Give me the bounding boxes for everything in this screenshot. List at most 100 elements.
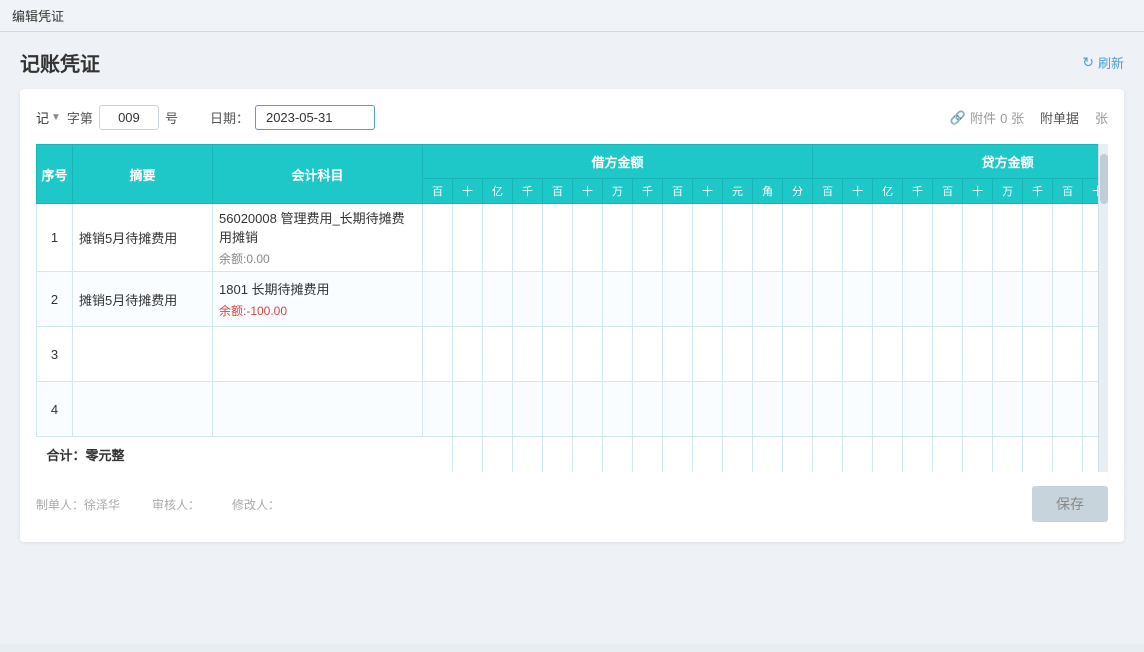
scrollbar-thumb[interactable]	[1100, 154, 1108, 204]
debit-cell[interactable]	[693, 272, 723, 327]
debit-cell[interactable]	[423, 272, 453, 327]
credit-cell[interactable]	[933, 204, 963, 272]
debit-cell[interactable]	[753, 327, 783, 382]
credit-cell[interactable]	[873, 382, 903, 437]
credit-cell[interactable]	[903, 382, 933, 437]
debit-cell[interactable]	[603, 204, 633, 272]
row-summary[interactable]: 摊销5月待摊费用	[73, 204, 213, 272]
debit-cell[interactable]	[483, 382, 513, 437]
debit-cell[interactable]	[543, 204, 573, 272]
debit-cell[interactable]	[453, 204, 483, 272]
credit-cell[interactable]	[873, 327, 903, 382]
credit-cell[interactable]	[1023, 272, 1053, 327]
debit-cell[interactable]	[603, 272, 633, 327]
credit-cell[interactable]	[963, 327, 993, 382]
debit-cell[interactable]	[573, 204, 603, 272]
credit-cell[interactable]	[1023, 327, 1053, 382]
credit-cell[interactable]	[1083, 272, 1098, 327]
credit-cell[interactable]	[1023, 382, 1053, 437]
debit-cell[interactable]	[573, 382, 603, 437]
debit-cell[interactable]	[453, 327, 483, 382]
debit-cell[interactable]	[633, 272, 663, 327]
row-account[interactable]: 56020008 管理费用_长期待摊费用摊销余额:0.00	[213, 204, 423, 272]
credit-cell[interactable]	[1083, 382, 1098, 437]
row-summary[interactable]	[73, 382, 213, 437]
row-summary[interactable]: 摊销5月待摊费用	[73, 272, 213, 327]
credit-cell[interactable]	[843, 272, 873, 327]
row-account[interactable]	[213, 327, 423, 382]
debit-cell[interactable]	[723, 272, 753, 327]
refresh-button[interactable]: ↻ 刷新	[1082, 53, 1124, 72]
credit-cell[interactable]	[843, 382, 873, 437]
debit-cell[interactable]	[543, 272, 573, 327]
debit-cell[interactable]	[753, 204, 783, 272]
credit-cell[interactable]	[963, 382, 993, 437]
debit-cell[interactable]	[603, 327, 633, 382]
debit-cell[interactable]	[633, 327, 663, 382]
date-input[interactable]	[255, 105, 375, 130]
row-summary[interactable]	[73, 327, 213, 382]
debit-cell[interactable]	[693, 327, 723, 382]
credit-cell[interactable]	[813, 382, 843, 437]
debit-cell[interactable]	[513, 327, 543, 382]
debit-cell[interactable]	[753, 382, 783, 437]
credit-cell[interactable]	[993, 204, 1023, 272]
debit-cell[interactable]	[513, 204, 543, 272]
debit-cell[interactable]	[753, 272, 783, 327]
debit-cell[interactable]	[663, 204, 693, 272]
debit-cell[interactable]	[783, 327, 813, 382]
debit-cell[interactable]	[783, 272, 813, 327]
debit-cell[interactable]	[543, 382, 573, 437]
credit-cell[interactable]	[903, 272, 933, 327]
debit-cell[interactable]	[783, 204, 813, 272]
debit-cell[interactable]	[573, 327, 603, 382]
debit-cell[interactable]	[693, 382, 723, 437]
debit-cell[interactable]	[483, 204, 513, 272]
debit-cell[interactable]	[483, 327, 513, 382]
debit-cell[interactable]	[543, 327, 573, 382]
debit-cell[interactable]	[633, 204, 663, 272]
credit-cell[interactable]	[1023, 204, 1053, 272]
credit-cell[interactable]	[1083, 204, 1098, 272]
credit-cell[interactable]	[873, 272, 903, 327]
credit-cell[interactable]	[813, 204, 843, 272]
attachment-link[interactable]: 🔗 附件 0 张	[950, 108, 1024, 127]
credit-cell[interactable]	[963, 204, 993, 272]
credit-cell[interactable]	[933, 382, 963, 437]
debit-cell[interactable]	[453, 272, 483, 327]
scrollbar[interactable]	[1098, 144, 1108, 472]
credit-cell[interactable]	[813, 327, 843, 382]
credit-cell[interactable]	[1053, 204, 1083, 272]
credit-cell[interactable]	[933, 272, 963, 327]
debit-cell[interactable]	[663, 327, 693, 382]
credit-cell[interactable]	[993, 327, 1023, 382]
credit-cell[interactable]	[843, 327, 873, 382]
debit-cell[interactable]	[423, 327, 453, 382]
credit-cell[interactable]	[933, 327, 963, 382]
debit-cell[interactable]	[723, 327, 753, 382]
credit-cell[interactable]	[873, 204, 903, 272]
debit-cell[interactable]	[573, 272, 603, 327]
debit-cell[interactable]	[483, 272, 513, 327]
credit-cell[interactable]	[843, 204, 873, 272]
debit-cell[interactable]	[603, 382, 633, 437]
credit-cell[interactable]	[903, 327, 933, 382]
debit-cell[interactable]	[513, 382, 543, 437]
credit-cell[interactable]	[1053, 272, 1083, 327]
credit-cell[interactable]	[993, 272, 1023, 327]
credit-cell[interactable]	[963, 272, 993, 327]
row-account[interactable]	[213, 382, 423, 437]
debit-cell[interactable]	[633, 382, 663, 437]
credit-cell[interactable]	[1053, 382, 1083, 437]
debit-cell[interactable]	[423, 382, 453, 437]
row-account[interactable]: 1801 长期待摊费用余额:-100.00	[213, 272, 423, 327]
debit-cell[interactable]	[723, 382, 753, 437]
voucher-number-input[interactable]	[99, 105, 159, 130]
debit-cell[interactable]	[453, 382, 483, 437]
debit-cell[interactable]	[723, 204, 753, 272]
voucher-type-button[interactable]: 记 ▼	[36, 108, 61, 127]
credit-cell[interactable]	[813, 272, 843, 327]
debit-cell[interactable]	[513, 272, 543, 327]
debit-cell[interactable]	[693, 204, 723, 272]
attach-doc-button[interactable]: 附单据	[1040, 108, 1079, 127]
